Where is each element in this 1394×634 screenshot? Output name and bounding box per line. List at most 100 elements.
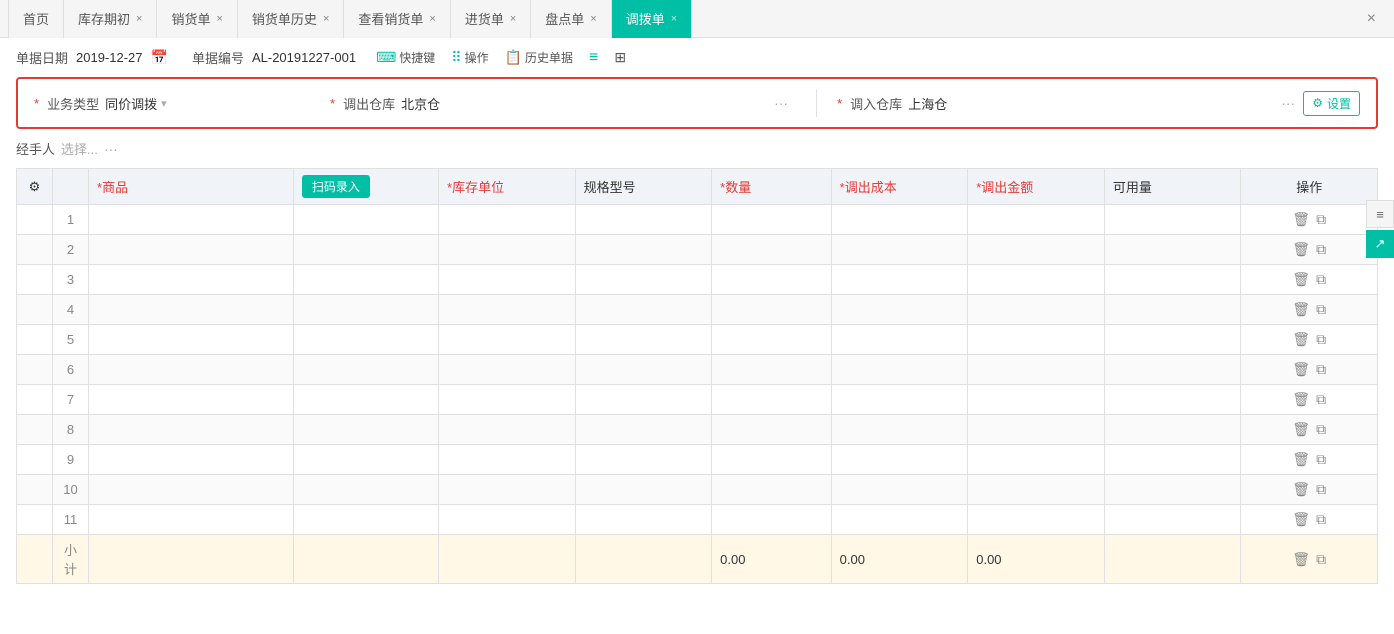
- delete-row-3-icon[interactable]: 🗑: [1292, 271, 1310, 288]
- row-spec-7[interactable]: [575, 385, 712, 415]
- delete-row-11-icon[interactable]: 🗑: [1292, 511, 1310, 528]
- row-qty-10[interactable]: [712, 475, 832, 505]
- row-cost-8[interactable]: [831, 415, 968, 445]
- row-amount-10[interactable]: [968, 475, 1105, 505]
- in-warehouse-value[interactable]: 上海仓: [908, 94, 947, 113]
- calendar-icon[interactable]: 📅: [151, 49, 168, 66]
- row-unit-10[interactable]: [439, 475, 576, 505]
- row-product-11[interactable]: [89, 505, 294, 535]
- delete-row-5-icon[interactable]: 🗑: [1292, 331, 1310, 348]
- row-spec-5[interactable]: [575, 325, 712, 355]
- row-amount-8[interactable]: [968, 415, 1105, 445]
- row-qty-8[interactable]: [712, 415, 832, 445]
- row-unit-2[interactable]: [439, 235, 576, 265]
- row-amount-11[interactable]: [968, 505, 1105, 535]
- out-warehouse-value[interactable]: 北京仓: [401, 94, 440, 113]
- subtotal-delete-icon[interactable]: 🗑: [1292, 551, 1310, 568]
- row-product-10[interactable]: [89, 475, 294, 505]
- history-btn[interactable]: 📋 历史单据: [505, 49, 573, 66]
- row-cost-6[interactable]: [831, 355, 968, 385]
- row-cost-4[interactable]: [831, 295, 968, 325]
- row-product-7[interactable]: [89, 385, 294, 415]
- scan-btn[interactable]: 扫码录入: [302, 175, 370, 198]
- operations-btn[interactable]: ⠿ 操作: [451, 49, 488, 66]
- row-unit-8[interactable]: [439, 415, 576, 445]
- copy-row-3-icon[interactable]: ⧉: [1316, 271, 1326, 288]
- th-settings[interactable]: ⚙: [17, 169, 53, 205]
- row-unit-11[interactable]: [439, 505, 576, 535]
- close-tab-inventory-init[interactable]: ×: [136, 13, 142, 25]
- row-unit-1[interactable]: [439, 205, 576, 235]
- row-spec-9[interactable]: [575, 445, 712, 475]
- in-warehouse-more-btn[interactable]: ···: [1273, 95, 1303, 111]
- row-qty-9[interactable]: [712, 445, 832, 475]
- delete-row-4-icon[interactable]: 🗑: [1292, 301, 1310, 318]
- row-amount-4[interactable]: [968, 295, 1105, 325]
- row-amount-3[interactable]: [968, 265, 1105, 295]
- row-cost-9[interactable]: [831, 445, 968, 475]
- row-qty-7[interactable]: [712, 385, 832, 415]
- row-cost-2[interactable]: [831, 235, 968, 265]
- subtotal-copy-icon[interactable]: ⧉: [1316, 551, 1326, 568]
- row-unit-7[interactable]: [439, 385, 576, 415]
- tab-transfer[interactable]: 调拨单 ×: [612, 0, 692, 38]
- row-spec-2[interactable]: [575, 235, 712, 265]
- row-qty-6[interactable]: [712, 355, 832, 385]
- copy-row-1-icon[interactable]: ⧉: [1316, 211, 1326, 228]
- row-qty-5[interactable]: [712, 325, 832, 355]
- row-product-1[interactable]: [89, 205, 294, 235]
- row-amount-5[interactable]: [968, 325, 1105, 355]
- handler-more-btn[interactable]: ···: [104, 141, 118, 157]
- row-cost-10[interactable]: [831, 475, 968, 505]
- out-warehouse-more-btn[interactable]: ···: [766, 95, 796, 111]
- row-unit-9[interactable]: [439, 445, 576, 475]
- delete-row-1-icon[interactable]: 🗑: [1292, 211, 1310, 228]
- row-spec-11[interactable]: [575, 505, 712, 535]
- row-unit-3[interactable]: [439, 265, 576, 295]
- row-qty-11[interactable]: [712, 505, 832, 535]
- row-cost-11[interactable]: [831, 505, 968, 535]
- delete-row-8-icon[interactable]: 🗑: [1292, 421, 1310, 438]
- row-cost-3[interactable]: [831, 265, 968, 295]
- row-cost-7[interactable]: [831, 385, 968, 415]
- row-qty-3[interactable]: [712, 265, 832, 295]
- close-tab-sales-history[interactable]: ×: [323, 13, 329, 25]
- tab-inventory-init[interactable]: 库存期初 ×: [64, 0, 157, 38]
- row-product-9[interactable]: [89, 445, 294, 475]
- copy-row-2-icon[interactable]: ⧉: [1316, 241, 1326, 258]
- tab-view-sales[interactable]: 查看销货单 ×: [344, 0, 450, 38]
- row-cost-5[interactable]: [831, 325, 968, 355]
- copy-row-4-icon[interactable]: ⧉: [1316, 301, 1326, 318]
- table-gear-icon[interactable]: ⚙: [29, 179, 41, 194]
- row-spec-8[interactable]: [575, 415, 712, 445]
- row-amount-1[interactable]: [968, 205, 1105, 235]
- close-all-tabs[interactable]: ×: [1357, 10, 1386, 28]
- copy-row-6-icon[interactable]: ⧉: [1316, 361, 1326, 378]
- row-qty-4[interactable]: [712, 295, 832, 325]
- row-spec-3[interactable]: [575, 265, 712, 295]
- delete-row-6-icon[interactable]: 🗑: [1292, 361, 1310, 378]
- close-tab-inventory-check[interactable]: ×: [590, 13, 596, 25]
- row-unit-6[interactable]: [439, 355, 576, 385]
- business-type-dropdown[interactable]: 同价调拨 ▾: [105, 94, 225, 113]
- copy-row-5-icon[interactable]: ⧉: [1316, 331, 1326, 348]
- copy-row-7-icon[interactable]: ⧉: [1316, 391, 1326, 408]
- row-cost-1[interactable]: [831, 205, 968, 235]
- row-qty-1[interactable]: [712, 205, 832, 235]
- tab-inventory-check[interactable]: 盘点单 ×: [531, 0, 611, 38]
- close-tab-purchase[interactable]: ×: [510, 13, 516, 25]
- row-product-8[interactable]: [89, 415, 294, 445]
- row-product-5[interactable]: [89, 325, 294, 355]
- right-list-btn[interactable]: ≡: [1366, 200, 1394, 228]
- row-spec-6[interactable]: [575, 355, 712, 385]
- close-tab-sales-order[interactable]: ×: [216, 13, 222, 25]
- row-unit-5[interactable]: [439, 325, 576, 355]
- copy-row-9-icon[interactable]: ⧉: [1316, 451, 1326, 468]
- copy-row-11-icon[interactable]: ⧉: [1316, 511, 1326, 528]
- row-qty-2[interactable]: [712, 235, 832, 265]
- row-product-4[interactable]: [89, 295, 294, 325]
- handler-input[interactable]: 选择...: [61, 139, 98, 158]
- tab-sales-history[interactable]: 销货单历史 ×: [238, 0, 344, 38]
- row-unit-4[interactable]: [439, 295, 576, 325]
- shortcuts-btn[interactable]: ⌨ 快捷键: [376, 49, 435, 66]
